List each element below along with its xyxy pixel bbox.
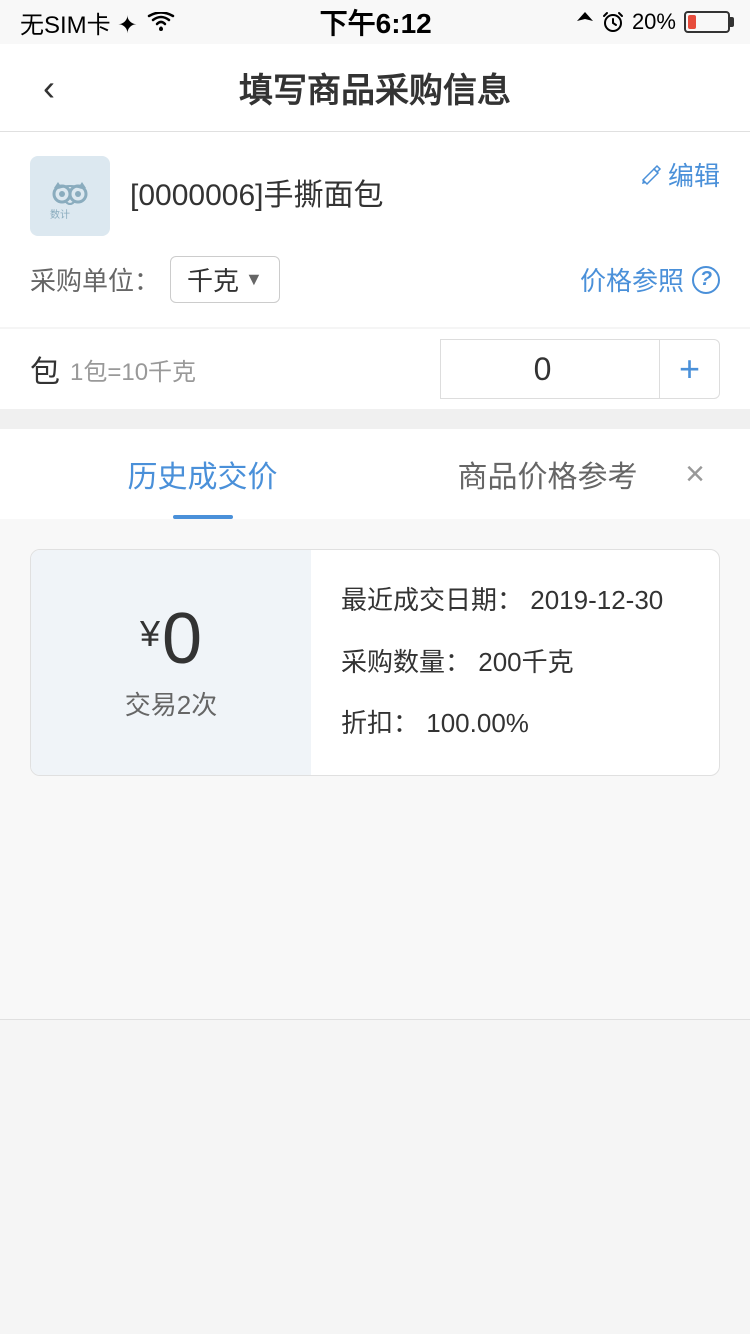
quantity-plus-button[interactable]: +: [660, 339, 720, 399]
tab-product-label: 商品价格参考: [458, 452, 638, 496]
tabs-container: 历史成交价 商品价格参考 × ¥ 0 交易2次 最近成交日期： 2019-12-…: [0, 429, 750, 1020]
alarm-icon: [602, 11, 624, 33]
quantity-input[interactable]: [440, 339, 660, 399]
purchase-qty-row: 采购数量： 200千克: [341, 642, 689, 684]
purchase-qty-label: 采购数量：: [341, 647, 471, 677]
back-button[interactable]: ‹: [24, 63, 74, 113]
status-bar-left: 无SIM卡 ✦: [20, 5, 175, 40]
quantity-input-group: +: [440, 339, 720, 399]
price-ref-question-icon: ?: [692, 266, 720, 294]
unit-dropdown[interactable]: 千克 ▼: [170, 256, 280, 303]
recent-date-label: 最近成交日期：: [341, 585, 523, 615]
product-left: 数计 [0000006]手撕面包: [30, 156, 383, 236]
tab-history-label: 历史成交价: [128, 452, 278, 496]
unit-left: 采购单位： 千克 ▼: [30, 256, 280, 303]
product-unit-row: 采购单位： 千克 ▼ 价格参照 ?: [30, 256, 720, 303]
edit-label: 编辑: [668, 156, 720, 193]
qty-hint-label: 1包=10千克: [70, 352, 196, 387]
battery-fill: [688, 15, 696, 29]
battery-percent: 20%: [632, 9, 676, 35]
section-divider: [0, 409, 750, 429]
price-card-right: 最近成交日期： 2019-12-30 采购数量： 200千克 折扣： 100.0…: [311, 550, 719, 775]
discount-value: 100.00%: [426, 708, 529, 738]
edit-icon: [640, 164, 662, 186]
currency-symbol: ¥: [140, 613, 160, 655]
tab-close-button[interactable]: ×: [670, 449, 720, 499]
discount-row: 折扣： 100.00%: [341, 703, 689, 745]
product-logo: 数计: [30, 156, 110, 236]
price-card: ¥ 0 交易2次 最近成交日期： 2019-12-30 采购数量： 200千克 …: [30, 549, 720, 776]
carrier-text: 无SIM卡 ✦: [20, 5, 137, 40]
plus-icon: +: [679, 348, 700, 390]
page-title: 填写商品采购信息: [239, 63, 511, 112]
product-section: 数计 [0000006]手撕面包 编辑 采购单位： 千克 ▼ 价格参照 ?: [0, 132, 750, 327]
price-card-container: ¥ 0 交易2次 最近成交日期： 2019-12-30 采购数量： 200千克 …: [0, 519, 750, 1019]
nav-bar: ‹ 填写商品采购信息: [0, 44, 750, 132]
time-display: 下午6:12: [320, 2, 432, 42]
tab-history-price[interactable]: 历史成交价: [30, 429, 375, 519]
status-bar: 无SIM卡 ✦ 下午6:12 20%: [0, 0, 750, 44]
close-icon: ×: [685, 455, 705, 494]
unit-value: 千克: [187, 261, 239, 298]
price-card-left: ¥ 0 交易2次: [31, 550, 311, 775]
product-name: [0000006]手撕面包: [130, 175, 383, 217]
price-trades: 交易2次: [125, 685, 217, 722]
product-header: 数计 [0000006]手撕面包 编辑: [30, 156, 720, 236]
recent-date-value: 2019-12-30: [530, 585, 663, 615]
qty-unit-label: 包: [30, 347, 60, 391]
price-number: 0: [162, 603, 202, 675]
quantity-label: 包 1包=10千克: [30, 347, 196, 391]
battery-icon: [684, 11, 730, 33]
dropdown-arrow-icon: ▼: [245, 269, 263, 290]
price-amount: ¥ 0: [140, 603, 202, 675]
purchase-qty-value: 200千克: [478, 647, 573, 677]
location-icon: [576, 11, 594, 33]
wifi-icon: [147, 12, 175, 32]
tabs-header: 历史成交价 商品价格参考 ×: [0, 429, 750, 519]
product-logo-icon: 数计: [40, 166, 100, 226]
tab-product-price[interactable]: 商品价格参考: [375, 429, 720, 519]
edit-button[interactable]: 编辑: [640, 156, 720, 193]
svg-text:数计: 数计: [50, 208, 70, 221]
quantity-section: 包 1包=10千克 +: [0, 329, 750, 409]
price-reference-button[interactable]: 价格参照 ?: [580, 261, 720, 298]
discount-label: 折扣：: [341, 708, 419, 738]
tab-active-indicator: [173, 515, 233, 519]
status-bar-right: 20%: [576, 9, 730, 35]
back-icon: ‹: [43, 67, 55, 109]
unit-prefix-label: 采购单位：: [30, 261, 160, 298]
recent-date-row: 最近成交日期： 2019-12-30: [341, 580, 689, 622]
price-ref-label: 价格参照: [580, 261, 684, 298]
